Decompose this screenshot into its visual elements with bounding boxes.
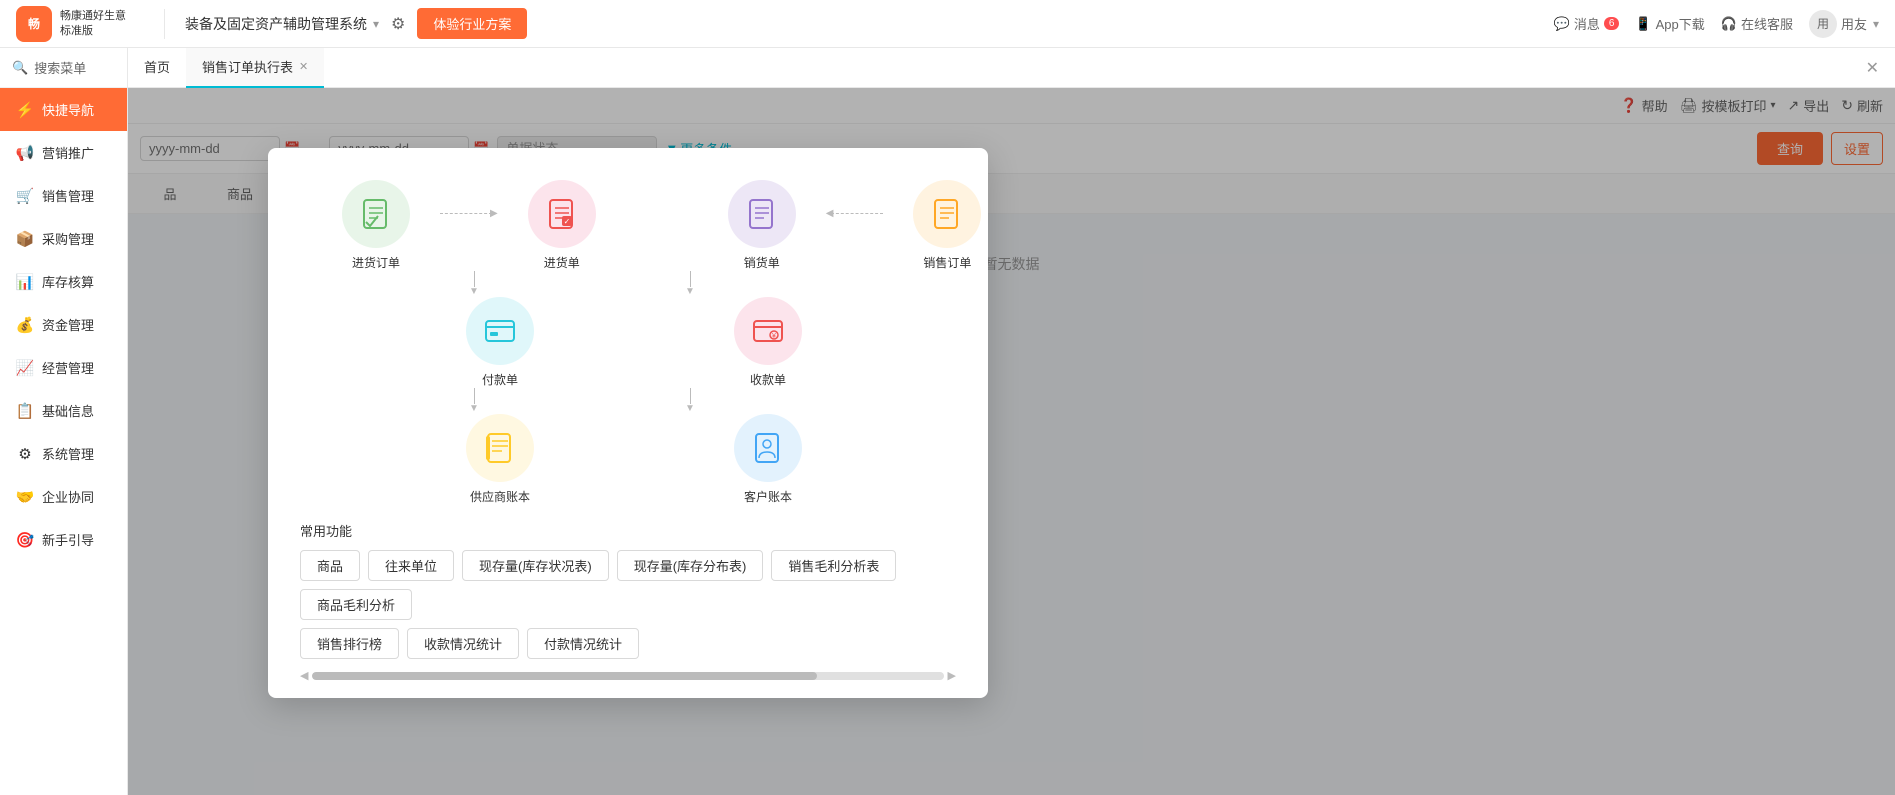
tab-home[interactable]: 首页 bbox=[128, 48, 186, 88]
supplier-ledger-label: 供应商账本 bbox=[470, 488, 530, 505]
sidebar-item-quick[interactable]: ⚡ 快捷导航 bbox=[0, 88, 127, 131]
modal-overlay: 进货订单 ▶ bbox=[128, 88, 1895, 795]
search-menu-item[interactable]: 🔍 搜索菜单 bbox=[0, 48, 127, 88]
purchase-order-label: 进货订单 bbox=[352, 254, 400, 271]
sidebar-item-system[interactable]: ⚙ 系统管理 bbox=[0, 432, 127, 475]
message-button[interactable]: 💬 消息 6 bbox=[1554, 14, 1620, 33]
finance-icon: 💰 bbox=[16, 316, 34, 334]
modal-scrollbar-area: ◀ ▶ bbox=[300, 669, 956, 682]
func-btn-counterpart[interactable]: 往来单位 bbox=[368, 550, 454, 581]
common-functions-section: 常用功能 商品 往来单位 现存量(库存状况表) 现存量(库存分布表) 销售毛利分… bbox=[300, 521, 956, 659]
flow-node-purchase-order: 进货订单 bbox=[316, 180, 436, 271]
avatar: 用 bbox=[1809, 10, 1837, 38]
scroll-thumb[interactable] bbox=[312, 672, 817, 680]
tab-close-all-button[interactable]: ✕ bbox=[1858, 54, 1887, 82]
flow-node-sales-bill: 销货单 bbox=[702, 180, 822, 271]
sidebar-item-marketing[interactable]: 📢 营销推广 bbox=[0, 131, 127, 174]
dropdown-arrow-icon: ▾ bbox=[373, 17, 379, 31]
common-funcs-title: 常用功能 bbox=[300, 521, 956, 540]
purchase-bill-icon: ✓ bbox=[528, 180, 596, 248]
app-download-button[interactable]: 📱 App下载 bbox=[1635, 14, 1704, 33]
customer-ledger-label: 客户账本 bbox=[744, 488, 792, 505]
sales-bill-icon bbox=[728, 180, 796, 248]
tab-close-icon[interactable]: ✕ bbox=[299, 60, 308, 73]
message-icon: 💬 bbox=[1554, 16, 1570, 32]
sales-order-icon bbox=[913, 180, 981, 248]
marketing-icon: 📢 bbox=[16, 144, 34, 162]
search-icon: 🔍 bbox=[12, 60, 28, 76]
sales-order-label: 销售订单 bbox=[923, 254, 971, 271]
func-buttons-row2: 销售排行榜 收款情况统计 付款情况统计 bbox=[300, 628, 956, 659]
sidebar-item-enterprise[interactable]: 🤝 企业协同 bbox=[0, 475, 127, 518]
sidebar-item-purchase[interactable]: 📦 采购管理 bbox=[0, 217, 127, 260]
purchase-order-icon bbox=[342, 180, 410, 248]
func-btn-product[interactable]: 商品 bbox=[300, 550, 360, 581]
func-btn-product-margin[interactable]: 商品毛利分析 bbox=[300, 589, 412, 620]
inventory-icon: 📊 bbox=[16, 273, 34, 291]
sidebar-item-operation[interactable]: 📈 经营管理 bbox=[0, 346, 127, 389]
flow-node-receipt: ¥ 收款单 bbox=[708, 297, 828, 388]
func-buttons-row1: 商品 往来单位 现存量(库存状况表) 现存量(库存分布表) 销售毛利分析表 商品… bbox=[300, 550, 956, 620]
receipt-label: 收款单 bbox=[750, 371, 786, 388]
svg-text:✓: ✓ bbox=[563, 217, 570, 226]
online-service-button[interactable]: 🎧 在线客服 bbox=[1721, 14, 1793, 33]
scroll-track bbox=[312, 672, 943, 680]
quick-icon: ⚡ bbox=[16, 101, 34, 119]
flow-node-payment: 付款单 bbox=[440, 297, 560, 388]
func-btn-stock-status[interactable]: 现存量(库存状况表) bbox=[462, 550, 609, 581]
func-btn-sales-margin[interactable]: 销售毛利分析表 bbox=[771, 550, 896, 581]
logo-text: 畅康通好生意 标准版 bbox=[60, 9, 126, 38]
service-icon: 🎧 bbox=[1721, 16, 1737, 32]
basic-icon: 📋 bbox=[16, 402, 34, 420]
purchase-bill-label: 进货单 bbox=[544, 254, 580, 271]
func-btn-payment-stats[interactable]: 付款情况统计 bbox=[527, 628, 639, 659]
sidebar-item-finance[interactable]: 💰 资金管理 bbox=[0, 303, 127, 346]
flow-node-purchase-bill: ✓ 进货单 bbox=[502, 180, 622, 271]
tab-bar: 首页 销售订单执行表 ✕ ✕ bbox=[128, 48, 1895, 88]
func-btn-receipt-stats[interactable]: 收款情况统计 bbox=[407, 628, 519, 659]
logo-area: 畅 畅康通好生意 标准版 bbox=[16, 6, 144, 42]
sales-bill-label: 销货单 bbox=[744, 254, 780, 271]
system-icon: ⚙ bbox=[16, 445, 34, 463]
sidebar-item-guide[interactable]: 🎯 新手引导 bbox=[0, 518, 127, 561]
scroll-right-button[interactable]: ▶ bbox=[948, 669, 956, 682]
user-dropdown-icon: ▾ bbox=[1873, 17, 1879, 31]
scroll-left-button[interactable]: ◀ bbox=[300, 669, 308, 682]
guide-icon: 🎯 bbox=[16, 531, 34, 549]
customer-ledger-icon bbox=[734, 414, 802, 482]
sales-icon: 🛒 bbox=[16, 187, 34, 205]
message-badge: 6 bbox=[1604, 17, 1620, 30]
enterprise-icon: 🤝 bbox=[16, 488, 34, 506]
sidebar-item-sales[interactable]: 🛒 销售管理 bbox=[0, 174, 127, 217]
trial-button[interactable]: 体验行业方案 bbox=[417, 8, 527, 39]
app-icon: 📱 bbox=[1635, 16, 1651, 32]
func-btn-sales-rank[interactable]: 销售排行榜 bbox=[300, 628, 399, 659]
sidebar-item-inventory[interactable]: 📊 库存核算 bbox=[0, 260, 127, 303]
system-title: 装备及固定资产辅助管理系统 ▾ bbox=[185, 14, 379, 34]
user-menu-button[interactable]: 用 用友 ▾ bbox=[1809, 10, 1879, 38]
tab-sales-order[interactable]: 销售订单执行表 ✕ bbox=[186, 48, 324, 88]
receipt-icon: ¥ bbox=[734, 297, 802, 365]
flow-node-supplier-ledger: 供应商账本 bbox=[440, 414, 560, 505]
svg-text:¥: ¥ bbox=[772, 333, 776, 340]
purchase-icon: 📦 bbox=[16, 230, 34, 248]
settings-button[interactable]: ⚙ bbox=[391, 14, 405, 34]
flow-modal: 进货订单 ▶ bbox=[268, 148, 988, 698]
flow-node-sales-order: 销售订单 bbox=[887, 180, 988, 271]
flow-node-customer-ledger: 客户账本 bbox=[708, 414, 828, 505]
sidebar-item-basic[interactable]: 📋 基础信息 bbox=[0, 389, 127, 432]
func-btn-stock-dist[interactable]: 现存量(库存分布表) bbox=[617, 550, 764, 581]
logo-icon: 畅 bbox=[16, 6, 52, 42]
operation-icon: 📈 bbox=[16, 359, 34, 377]
payment-icon bbox=[466, 297, 534, 365]
supplier-ledger-icon bbox=[466, 414, 534, 482]
payment-label: 付款单 bbox=[482, 371, 518, 388]
